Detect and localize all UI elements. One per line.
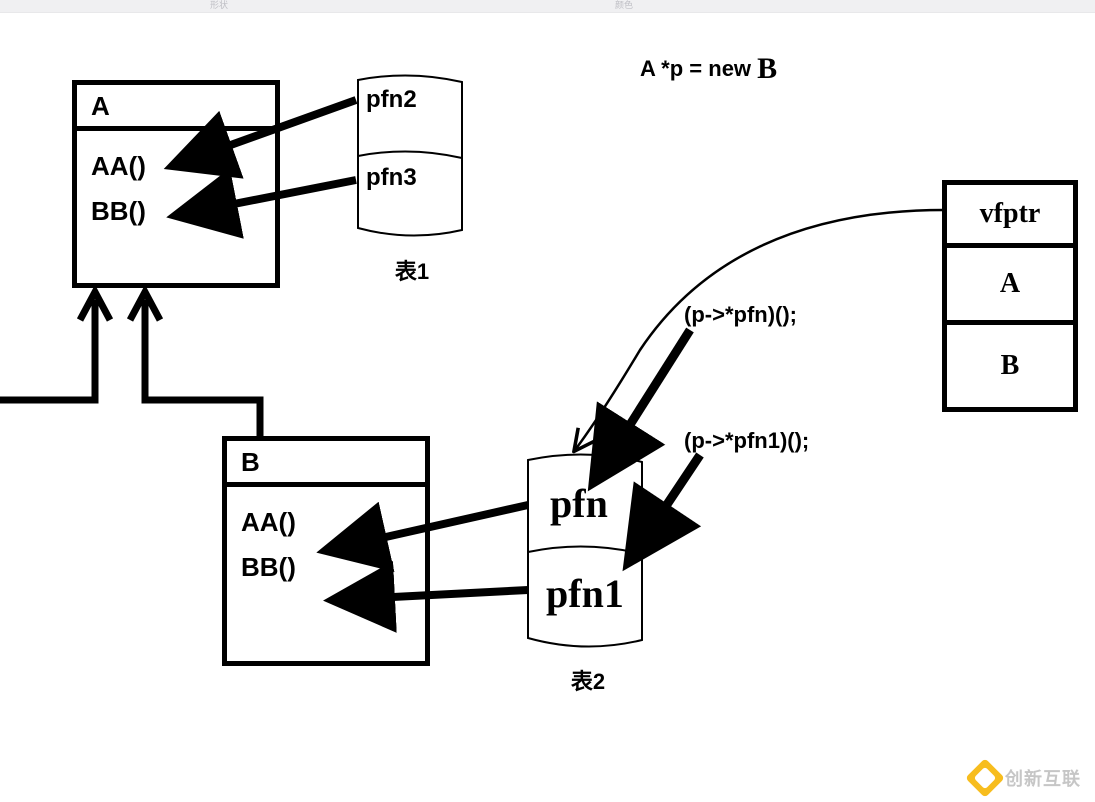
vtable-1-caption: 表1	[372, 254, 452, 286]
object-row-B: B	[947, 325, 1073, 407]
call-expr-pfn1: (p->*pfn1)();	[684, 428, 809, 454]
vtable-2-row-1: pfn1	[546, 570, 624, 617]
inheritance-arrowhead-left	[80, 292, 110, 320]
call-expr-pfn: (p->*pfn)();	[684, 302, 797, 328]
class-B-title: B	[227, 441, 425, 487]
class-A-box: A AA() BB()	[72, 80, 280, 288]
class-A-body: AA() BB()	[77, 131, 275, 247]
vtable-1-row-1: pfn3	[366, 164, 417, 192]
class-A-title: A	[77, 85, 275, 131]
curve-vfptr-to-table2	[575, 210, 944, 450]
class-A-method-BB: BB()	[91, 196, 261, 227]
vtable-2: pfn pfn1	[520, 450, 650, 650]
class-B-method-BB: BB()	[241, 552, 411, 583]
diagram-canvas: { "ribbon": { "group1": "形状", "group2": …	[0, 0, 1095, 802]
vtable-2-caption: 表2	[548, 664, 628, 696]
class-B-box: B AA() BB()	[222, 436, 430, 666]
class-A-method-AA: AA()	[91, 151, 261, 182]
code-text: A *p = new	[640, 56, 751, 81]
inheritance-elbow	[145, 300, 260, 436]
expression-new: A *p = new B	[640, 50, 777, 84]
object-row-A: A	[947, 248, 1073, 325]
inheritance-left-stub	[0, 300, 95, 400]
vtable-2-row-0: pfn	[550, 480, 608, 527]
ribbon-group-shape: 形状	[210, 0, 228, 11]
vtable-1: pfn2 pfn3	[350, 72, 470, 240]
object-row-vfptr: vfptr	[947, 185, 1073, 248]
object-layout: vfptr A B	[942, 180, 1078, 412]
inheritance-arrowhead-right	[130, 292, 160, 320]
class-B-method-AA: AA()	[241, 507, 411, 538]
handwritten-B: B	[757, 52, 777, 86]
watermark: 创新互联	[971, 764, 1081, 792]
ribbon-group-color: 颜色	[615, 0, 633, 11]
watermark-logo-icon	[965, 758, 1005, 798]
watermark-text: 创新互联	[1005, 765, 1081, 791]
class-B-body: AA() BB()	[227, 487, 425, 603]
vtable-1-row-0: pfn2	[366, 86, 417, 114]
ribbon-hint: 形状 颜色	[0, 0, 1095, 13]
